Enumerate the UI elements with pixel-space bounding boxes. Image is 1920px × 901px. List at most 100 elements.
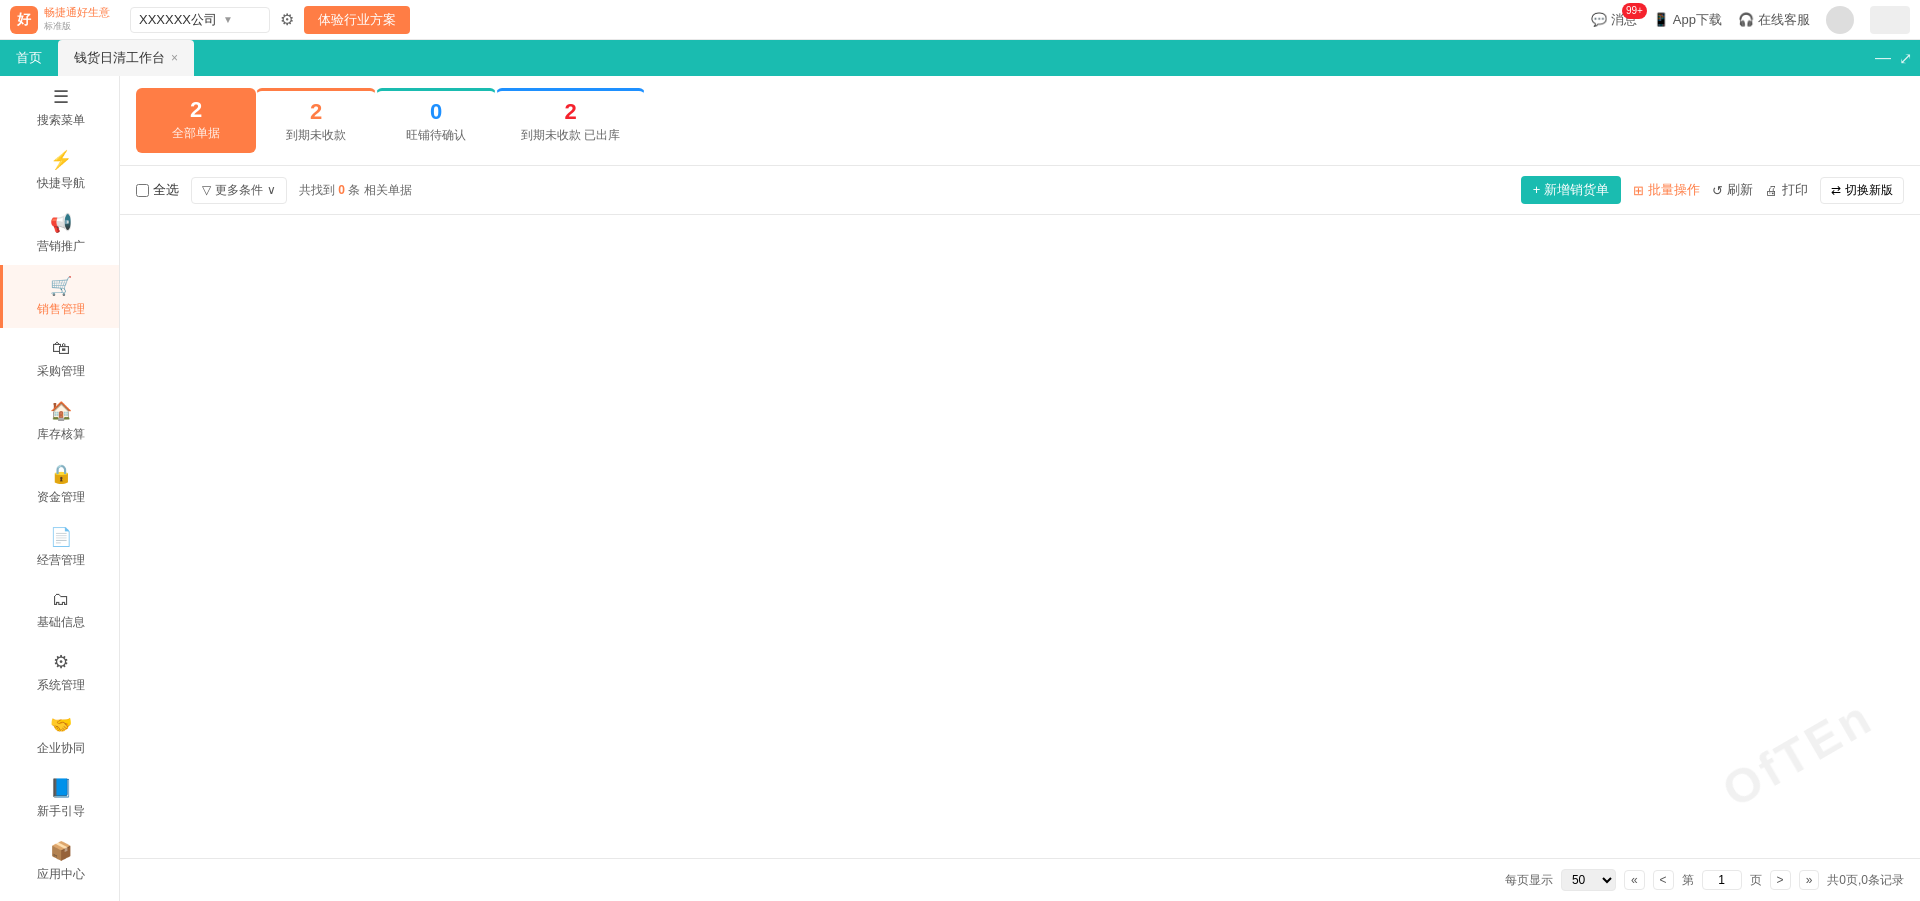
sidebar-label-sales: 销售管理 xyxy=(37,301,85,318)
prev-page-button[interactable]: < xyxy=(1653,870,1674,890)
sidebar-label-base-info: 基础信息 xyxy=(37,614,85,631)
company-name: XXXXXX公司 xyxy=(139,11,217,29)
stat-label-overdue: 到期未收款 xyxy=(286,127,346,144)
message-button[interactable]: 💬 消息 99 xyxy=(1591,11,1637,29)
sidebar-item-quick-nav[interactable]: ⚡ 快捷导航 xyxy=(0,139,119,202)
app-center-icon: 📦 xyxy=(50,840,72,862)
logo: 好 畅捷通好生意 标准版 xyxy=(10,6,130,34)
found-prefix: 共找到 xyxy=(299,183,335,197)
company-selector[interactable]: XXXXXX公司 ▼ xyxy=(130,7,270,33)
enterprise-icon: 🤝 xyxy=(50,714,72,736)
gear-icon[interactable]: ⚙ xyxy=(280,10,294,29)
sidebar-item-base-info[interactable]: 🗂 基础信息 xyxy=(0,579,119,641)
marketing-icon: 📢 xyxy=(50,212,72,234)
logo-text: 畅捷通好生意 xyxy=(44,6,110,19)
stat-card-all[interactable]: 2 全部单据 xyxy=(136,88,256,153)
batch-label: 批量操作 xyxy=(1648,181,1700,199)
new-sales-order-button[interactable]: + 新增销货单 xyxy=(1521,176,1621,204)
message-badge: 99 xyxy=(1622,3,1647,19)
sidebar-item-app-center[interactable]: 📦 应用中心 xyxy=(0,830,119,893)
sidebar-label-operation: 经营管理 xyxy=(37,552,85,569)
sidebar-item-marketing[interactable]: 📢 营销推广 xyxy=(0,202,119,265)
last-page-button[interactable]: » xyxy=(1799,870,1820,890)
nav-tabs: 首页 钱货日清工作台 × — ⤢ xyxy=(0,40,1920,76)
next-page-button[interactable]: > xyxy=(1770,870,1791,890)
first-page-button[interactable]: « xyxy=(1624,870,1645,890)
online-service-button[interactable]: 🎧 在线客服 xyxy=(1738,11,1810,29)
sidebar-item-sales-mgmt[interactable]: 🛒 销售管理 xyxy=(0,265,119,328)
total-pages-text: 共0页,0条记录 xyxy=(1827,872,1904,889)
app-download-icon: 📱 xyxy=(1653,12,1669,27)
maximize-tab-button[interactable]: ⤢ xyxy=(1899,49,1912,68)
user-name-display xyxy=(1870,6,1910,34)
logo-icon: 好 xyxy=(10,6,38,34)
app-download-button[interactable]: 📱 App下载 xyxy=(1653,11,1722,29)
sys-mgmt-icon: ⚙ xyxy=(53,651,69,673)
active-tab-label: 钱货日清工作台 xyxy=(74,49,165,67)
pagination: 每页显示 50 10 20 100 « < 第 页 > » 共0页,0条记录 xyxy=(120,858,1920,901)
found-count: 0 xyxy=(338,183,345,197)
found-unit: 条 xyxy=(348,183,360,197)
sidebar-item-search-menu[interactable]: ☰ 搜索菜单 xyxy=(0,76,119,139)
inventory-icon: 🏠 xyxy=(50,400,72,422)
sidebar-label-search-menu: 搜索菜单 xyxy=(37,112,85,129)
stats-bar: 2 全部单据 2 到期未收款 0 旺铺待确认 2 到期未收款 已出库 xyxy=(120,76,1920,166)
stat-label-pending: 旺铺待确认 xyxy=(406,127,466,144)
refresh-button[interactable]: ↺ 刷新 xyxy=(1712,181,1753,199)
sidebar-label-quick-nav: 快捷导航 xyxy=(37,175,85,192)
minimize-tab-button[interactable]: — xyxy=(1875,49,1891,67)
sidebar-label-finance: 资金管理 xyxy=(37,489,85,506)
tab-home[interactable]: 首页 xyxy=(0,40,58,76)
message-icon: 💬 xyxy=(1591,12,1607,27)
stat-number-overdue-shipped: 2 xyxy=(565,99,577,125)
sidebar-item-operation[interactable]: 📄 经营管理 xyxy=(0,516,119,579)
main-content: 2 全部单据 2 到期未收款 0 旺铺待确认 2 到期未收款 已出库 全选 xyxy=(120,76,1920,901)
batch-icon: ⊞ xyxy=(1633,183,1644,198)
sidebar: ☰ 搜索菜单 ⚡ 快捷导航 📢 营销推广 🛒 销售管理 🛍 采购管理 🏠 库存核… xyxy=(0,76,120,901)
sidebar-item-enterprise[interactable]: 🤝 企业协同 xyxy=(0,704,119,767)
stat-card-pending[interactable]: 0 旺铺待确认 xyxy=(376,88,496,153)
close-tab-icon[interactable]: × xyxy=(171,51,178,65)
sidebar-item-newbie[interactable]: 📘 新手引导 xyxy=(0,767,119,830)
logo-text-group: 畅捷通好生意 标准版 xyxy=(44,6,110,32)
select-all-input[interactable] xyxy=(136,184,149,197)
sidebar-item-finance[interactable]: 🔒 资金管理 xyxy=(0,453,119,516)
nav-tabs-actions: — ⤢ xyxy=(1875,49,1920,68)
select-all-checkbox[interactable]: 全选 xyxy=(136,181,179,199)
stat-label-all: 全部单据 xyxy=(172,125,220,142)
stat-number-overdue: 2 xyxy=(310,99,322,125)
quick-nav-icon: ⚡ xyxy=(50,149,72,171)
base-info-icon: 🗂 xyxy=(52,589,70,610)
sidebar-item-sys-mgmt[interactable]: ⚙ 系统管理 xyxy=(0,641,119,704)
sidebar-item-wechat[interactable]: 💬 企业微信 xyxy=(0,893,119,901)
found-suffix: 相关单据 xyxy=(364,183,412,197)
table-area xyxy=(120,215,1920,858)
page-number-input[interactable] xyxy=(1702,870,1742,890)
sidebar-label-app-center: 应用中心 xyxy=(37,866,85,883)
sales-icon: 🛒 xyxy=(50,275,72,297)
sidebar-item-purchase-mgmt[interactable]: 🛍 采购管理 xyxy=(0,328,119,390)
print-button[interactable]: 🖨 打印 xyxy=(1765,181,1808,199)
tab-cashflow-workbench[interactable]: 钱货日清工作台 × xyxy=(58,40,194,76)
found-text: 共找到 0 条 相关单据 xyxy=(299,182,412,199)
stat-card-overdue[interactable]: 2 到期未收款 xyxy=(256,88,376,153)
filter-icon: ▽ xyxy=(202,183,211,197)
refresh-label: 刷新 xyxy=(1727,181,1753,199)
sidebar-item-inventory[interactable]: 🏠 库存核算 xyxy=(0,390,119,453)
switch-version-button[interactable]: ⇄ 切换新版 xyxy=(1820,177,1904,204)
batch-ops-button[interactable]: ⊞ 批量操作 xyxy=(1633,181,1700,199)
operation-icon: 📄 xyxy=(50,526,72,548)
per-page-select[interactable]: 50 10 20 100 xyxy=(1561,869,1616,891)
filter-button[interactable]: ▽ 更多条件 ∨ xyxy=(191,177,287,204)
sidebar-label-purchase: 采购管理 xyxy=(37,363,85,380)
select-all-label: 全选 xyxy=(153,181,179,199)
sidebar-label-enterprise: 企业协同 xyxy=(37,740,85,757)
stat-card-overdue-shipped[interactable]: 2 到期未收款 已出库 xyxy=(496,88,645,153)
stat-number-pending: 0 xyxy=(430,99,442,125)
chevron-down-icon: ▼ xyxy=(223,14,233,25)
home-tab-label: 首页 xyxy=(16,49,42,67)
per-page-label: 每页显示 xyxy=(1505,872,1553,889)
toolbar: 全选 ▽ 更多条件 ∨ 共找到 0 条 相关单据 + 新增销货单 ⊞ 批量操作 xyxy=(120,166,1920,215)
avatar[interactable] xyxy=(1826,6,1854,34)
trial-button[interactable]: 体验行业方案 xyxy=(304,6,410,34)
